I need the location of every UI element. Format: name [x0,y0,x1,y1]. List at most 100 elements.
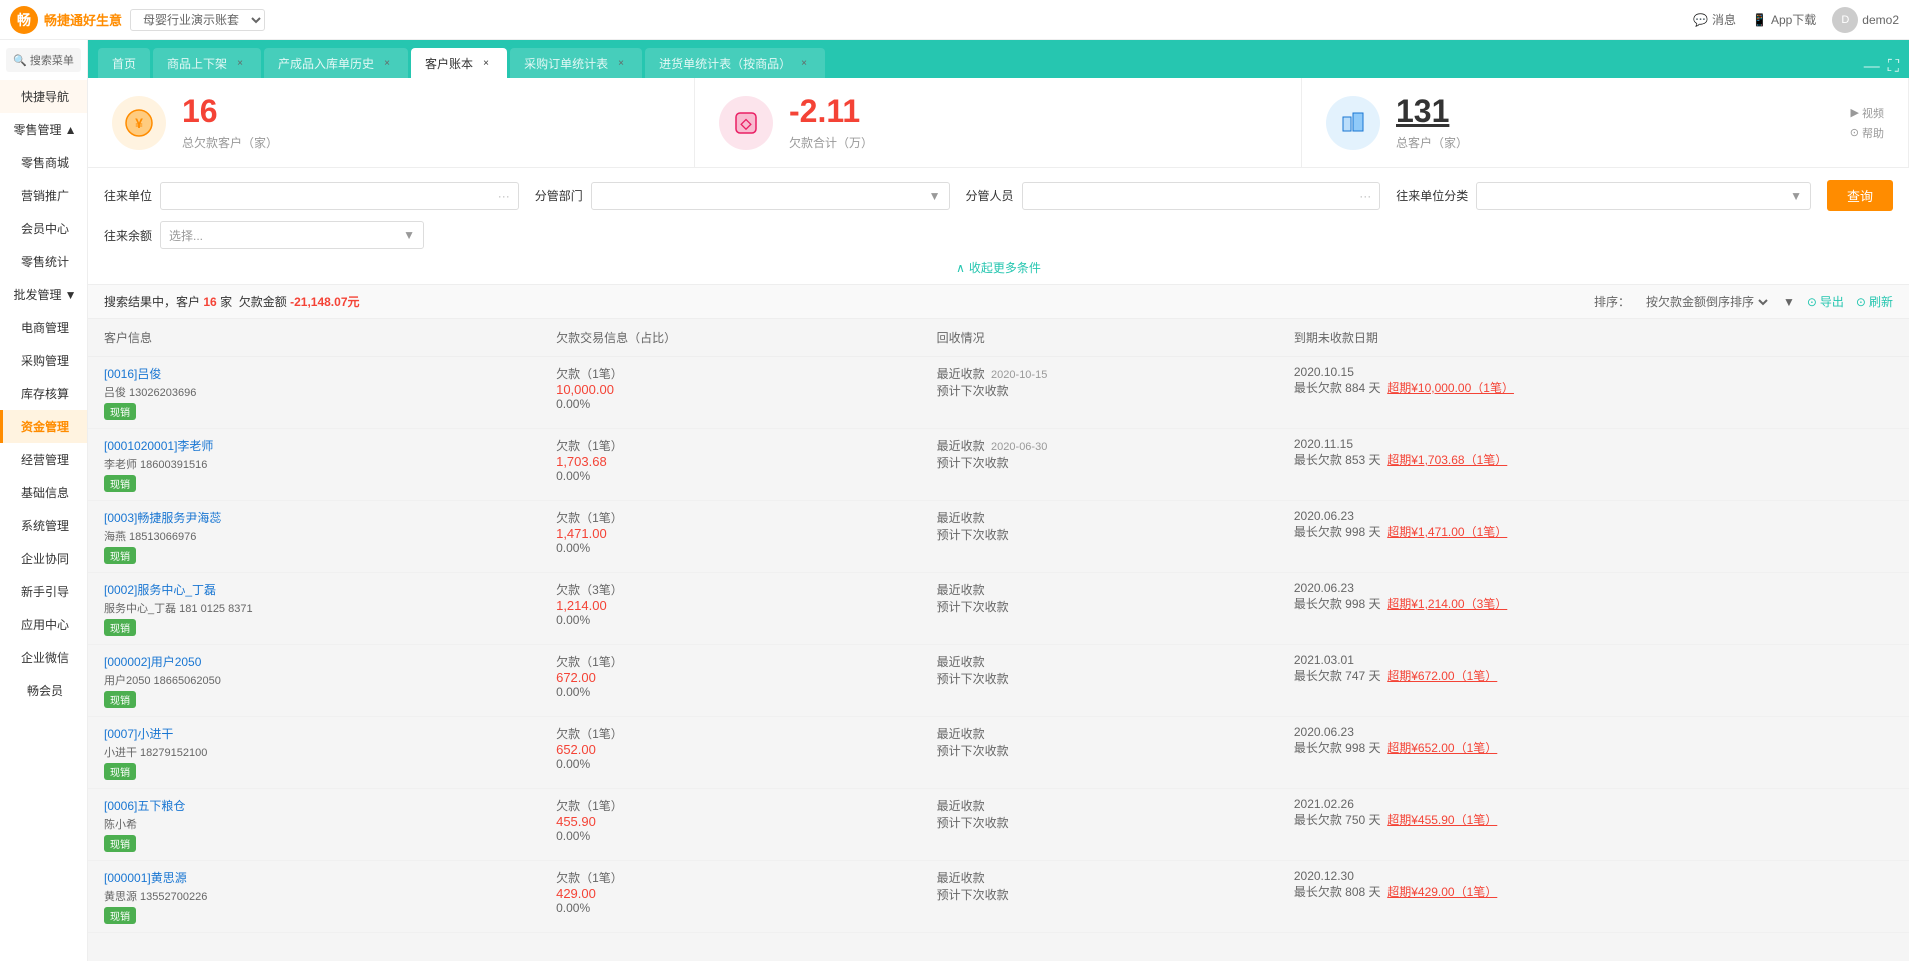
customer-name-link-5[interactable]: [0007]小进干 [104,727,173,741]
sidebar-item-finance[interactable]: 资金管理 [0,410,87,443]
tab-customer-account[interactable]: 客户账本 × [411,48,507,78]
sidebar-item-guide[interactable]: 新手引导 [0,575,87,608]
search-menu-button[interactable]: 🔍 搜索菜单 [6,48,81,72]
overdue-link-4[interactable]: 超期¥672.00（1笔） [1387,669,1497,683]
sidebar-item-system[interactable]: 系统管理 [0,509,87,542]
customer-name-link-3[interactable]: [0002]服务中心_丁磊 [104,583,216,597]
chevron-down-icon: ▲ [65,123,77,137]
store-selector[interactable]: 母婴行业演示账套 [130,9,265,31]
unit-category-select[interactable]: ▼ [1476,182,1811,210]
refresh-button[interactable]: ⊙ 刷新 [1856,293,1893,310]
max-days-row-1: 最长欠款 853 天 超期¥1,703.68（1笔） [1294,451,1893,468]
overdue-link-7[interactable]: 超期¥429.00（1笔） [1387,885,1497,899]
tab-maximize-button[interactable]: ⛶ [1886,56,1901,78]
cell-collection-2: 最近收款 预计下次收款 [921,501,1278,573]
tab-stock-stats-close[interactable]: × [797,56,811,70]
search-button[interactable]: 查询 [1827,180,1893,211]
tab-stock-history-close[interactable]: × [380,56,394,70]
customer-badge-2: 现销 [104,547,136,564]
sort-select[interactable]: 按欠款金额倒序排序 [1642,294,1771,310]
sidebar-item-ecommerce[interactable]: 电商管理 [0,311,87,344]
video-link[interactable]: ▶ 视频 [1851,105,1884,121]
tab-purchase-order-stats-close[interactable]: × [614,56,628,70]
sidebar-item-collab[interactable]: 企业协同 [0,542,87,575]
overdue-link-2[interactable]: 超期¥1,471.00（1笔） [1387,525,1507,539]
max-days-row-5: 最长欠款 998 天 超期¥652.00（1笔） [1294,739,1893,756]
help-link[interactable]: ⊙ 帮助 [1850,125,1884,141]
person-input[interactable]: ··· [1022,182,1381,210]
user-action[interactable]: D demo2 [1832,7,1899,33]
filter-balance: 往来余额 选择... ▼ [104,221,424,249]
sidebar-item-inventory[interactable]: 库存核算 [0,377,87,410]
tab-customer-account-close[interactable]: × [479,56,493,70]
debt-amount-2: 1,471.00 [556,526,905,541]
collapse-row: ∧ 收起更多条件 [104,259,1893,276]
overdue-link-3[interactable]: 超期¥1,214.00（3笔） [1387,597,1507,611]
cell-due-1: 2020.11.15 最长欠款 853 天 超期¥1,703.68（1笔） [1278,429,1909,501]
sidebar-item-retail-store[interactable]: 零售商城 [0,146,87,179]
export-button[interactable]: ⊙ 导出 [1807,293,1844,310]
person-dots: ··· [1359,189,1371,203]
customer-name-link-4[interactable]: [000002]用户2050 [104,655,201,669]
tab-minimize-button[interactable]: — [1862,56,1882,78]
tab-purchase-order-stats[interactable]: 采购订单统计表 × [510,48,642,78]
sidebar-item-wholesale-mgmt[interactable]: 批发管理 ▼ [0,278,87,311]
stat-label-debt: 总欠款客户（家） [182,134,278,151]
customer-phone-5: 小进干 18279152100 [104,744,524,760]
overdue-link-5[interactable]: 超期¥652.00（1笔） [1387,741,1497,755]
app-download-action[interactable]: 📱 App下载 [1752,11,1816,28]
sidebar: 🔍 搜索菜单 快捷导航 零售管理 ▲ 零售商城 营销推广 会员中心 零售统计 批… [0,40,88,961]
dept-select[interactable]: ▼ [591,182,950,210]
collapse-button[interactable]: ∧ 收起更多条件 [956,259,1041,276]
table-row: [0007]小进干 小进干 18279152100 现销 欠款（1笔） 652.… [88,717,1909,789]
svg-text:¥: ¥ [135,115,143,131]
sidebar-item-member2[interactable]: 畅会员 [0,674,87,707]
debt-amount-0: 10,000.00 [556,382,905,397]
stat-icon-amount: ◇ [719,96,773,150]
customer-name-link-2[interactable]: [0003]畅捷服务尹海蕊 [104,511,221,525]
sidebar-item-purchase[interactable]: 采购管理 [0,344,87,377]
logo-text: 畅捷通好生意 [44,10,122,29]
customer-name-link-0[interactable]: [0016]吕俊 [104,367,161,381]
last-collect-label-3: 最近收款 [937,581,1262,598]
sidebar-item-basic-info[interactable]: 基础信息 [0,476,87,509]
message-action[interactable]: 💬 消息 [1693,11,1736,28]
overdue-link-1[interactable]: 超期¥1,703.68（1笔） [1387,453,1507,467]
sidebar-item-retail-mgmt[interactable]: 零售管理 ▲ [0,113,87,146]
last-collect-label-7: 最近收款 [937,869,1262,886]
sidebar-item-retail-stats[interactable]: 零售统计 [0,245,87,278]
debt-amount-6: 455.90 [556,814,905,829]
cell-collection-6: 最近收款 预计下次收款 [921,789,1278,861]
export-label: 导出 [1820,293,1844,310]
next-collect-label-7: 预计下次收款 [937,886,1262,903]
customer-name-link-1[interactable]: [0001020001]李老师 [104,439,213,453]
tab-product-shelf[interactable]: 商品上下架 × [153,48,261,78]
sidebar-item-quick-nav[interactable]: 快捷导航 [0,80,87,113]
customer-name-link-6[interactable]: [0006]五下粮仓 [104,799,185,813]
due-date-7: 2020.12.30 [1294,869,1893,883]
sidebar-item-operations[interactable]: 经营管理 [0,443,87,476]
last-collect-label-6: 最近收款 [937,797,1262,814]
sidebar-item-member[interactable]: 会员中心 [0,212,87,245]
table-row: [0003]畅捷服务尹海蕊 海燕 18513066976 现销 欠款（1笔） 1… [88,501,1909,573]
tab-home-label: 首页 [112,55,136,72]
debt-amount-7: 429.00 [556,886,905,901]
overdue-link-0[interactable]: 超期¥10,000.00（1笔） [1387,381,1514,395]
debt-count-0: 欠款（1笔） [556,365,905,382]
tab-home[interactable]: 首页 [98,48,150,78]
source-unit-input[interactable]: ··· [160,182,519,210]
search-icon: 🔍 [13,54,27,67]
sidebar-item-app-center[interactable]: 应用中心 [0,608,87,641]
overdue-link-6[interactable]: 超期¥455.90（1笔） [1387,813,1497,827]
balance-select[interactable]: 选择... ▼ [160,221,424,249]
tab-stock-stats[interactable]: 进货单统计表（按商品） × [645,48,825,78]
sidebar-item-marketing[interactable]: 营销推广 [0,179,87,212]
customer-name-link-7[interactable]: [000001]黄思源 [104,871,187,885]
tab-stock-history[interactable]: 产成品入库单历史 × [264,48,408,78]
debt-amount-5: 652.00 [556,742,905,757]
filter-source-unit-label: 往来单位 [104,187,152,204]
next-collect-label-6: 预计下次收款 [937,814,1262,831]
unit-category-chevron-icon: ▼ [1790,189,1802,203]
sidebar-item-wechat[interactable]: 企业微信 [0,641,87,674]
tab-product-shelf-close[interactable]: × [233,56,247,70]
